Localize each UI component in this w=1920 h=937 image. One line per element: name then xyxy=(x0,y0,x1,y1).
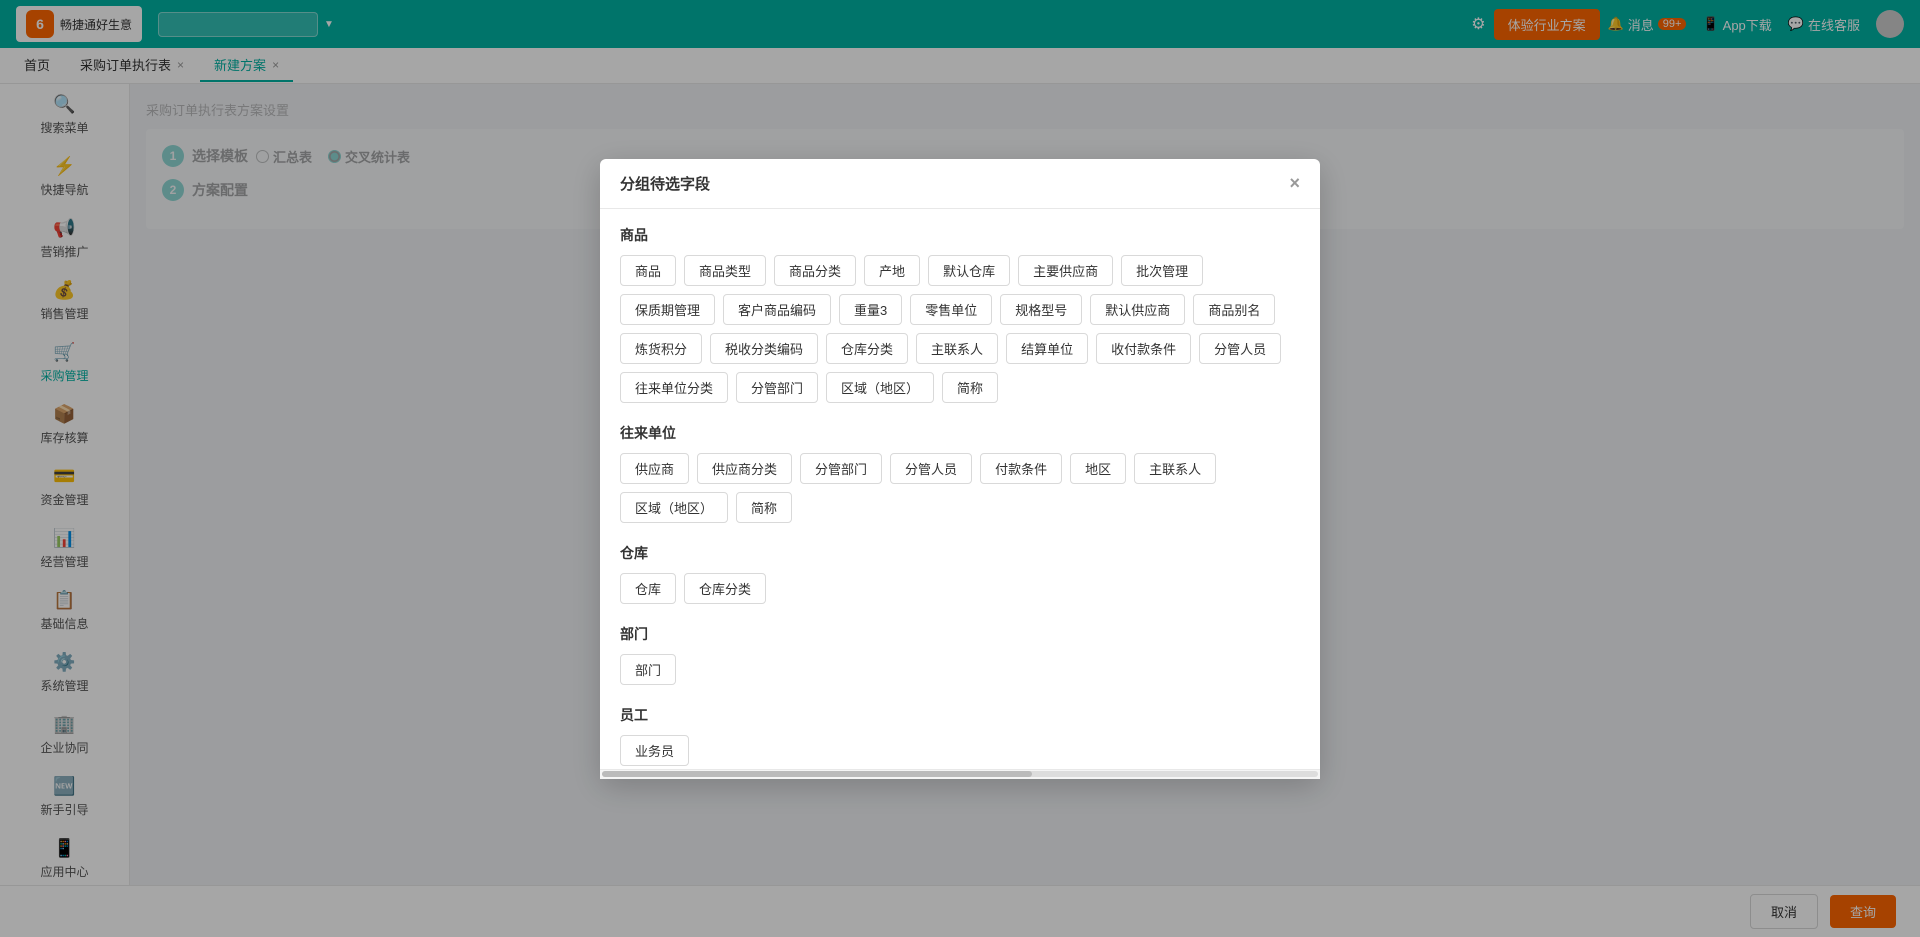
field-tags-employee: 业务员 xyxy=(620,735,1300,766)
field-tag[interactable]: 收付款条件 xyxy=(1096,333,1191,364)
field-tag[interactable]: 商品分类 xyxy=(774,255,856,286)
field-tag[interactable]: 税收分类编码 xyxy=(710,333,818,364)
section-title-employee: 员工 xyxy=(620,705,1300,725)
field-tag[interactable]: 分管人员 xyxy=(1199,333,1281,364)
field-tag[interactable]: 重量3 xyxy=(839,294,902,325)
field-tags-goods: 商品商品类型商品分类产地默认仓库主要供应商批次管理保质期管理客户商品编码重量3 零… xyxy=(620,255,1300,403)
modal-scroll-thumb[interactable] xyxy=(602,771,1032,777)
field-tag[interactable]: 默认仓库 xyxy=(928,255,1010,286)
field-tag[interactable]: 零售单位 xyxy=(910,294,992,325)
section-goods: 商品商品商品类型商品分类产地默认仓库主要供应商批次管理保质期管理客户商品编码重量… xyxy=(620,225,1300,403)
field-tag[interactable]: 结算单位 xyxy=(1006,333,1088,364)
field-tag[interactable]: 区域（地区） xyxy=(826,372,934,403)
section-department: 部门部门 xyxy=(620,624,1300,685)
field-tag[interactable]: 付款条件 xyxy=(980,453,1062,484)
section-title-department: 部门 xyxy=(620,624,1300,644)
field-tag[interactable]: 主联系人 xyxy=(916,333,998,364)
field-tags-warehouse: 仓库仓库分类 xyxy=(620,573,1300,604)
field-tag[interactable]: 简称 xyxy=(736,492,792,523)
field-tag[interactable]: 主要供应商 xyxy=(1018,255,1113,286)
field-tag[interactable]: 仓库分类 xyxy=(684,573,766,604)
modal-header: 分组待选字段 × xyxy=(600,159,1320,209)
field-tag[interactable]: 地区 xyxy=(1070,453,1126,484)
modal-title: 分组待选字段 xyxy=(620,173,710,194)
section-title-partner: 往来单位 xyxy=(620,423,1300,443)
field-tag[interactable]: 业务员 xyxy=(620,735,689,766)
field-tag[interactable]: 仓库 xyxy=(620,573,676,604)
field-tag[interactable]: 供应商分类 xyxy=(697,453,792,484)
section-warehouse: 仓库仓库仓库分类 xyxy=(620,543,1300,604)
section-partner: 往来单位供应商供应商分类分管部门分管人员付款条件地区主联系人区域（地区） 简称 xyxy=(620,423,1300,523)
field-tag[interactable]: 分管人员 xyxy=(890,453,972,484)
field-tag[interactable]: 往来单位分类 xyxy=(620,372,728,403)
field-tag[interactable]: 仓库分类 xyxy=(826,333,908,364)
field-tag[interactable]: 批次管理 xyxy=(1121,255,1203,286)
field-tag[interactable]: 分管部门 xyxy=(800,453,882,484)
field-tag[interactable]: 简称 xyxy=(942,372,998,403)
modal-close-btn[interactable]: × xyxy=(1289,174,1300,192)
section-title-warehouse: 仓库 xyxy=(620,543,1300,563)
field-tag[interactable]: 默认供应商 xyxy=(1090,294,1185,325)
modal-body: 商品商品商品类型商品分类产地默认仓库主要供应商批次管理保质期管理客户商品编码重量… xyxy=(600,209,1320,769)
modal-scroll-bar xyxy=(600,769,1320,779)
modal-overlay: 分组待选字段 × 商品商品商品类型商品分类产地默认仓库主要供应商批次管理保质期管… xyxy=(0,0,1920,937)
field-tag[interactable]: 商品 xyxy=(620,255,676,286)
field-tag[interactable]: 规格型号 xyxy=(1000,294,1082,325)
field-tag[interactable]: 炼货积分 xyxy=(620,333,702,364)
field-tag[interactable]: 客户商品编码 xyxy=(723,294,831,325)
field-tag[interactable]: 产地 xyxy=(864,255,920,286)
field-tag[interactable]: 区域（地区） xyxy=(620,492,728,523)
field-tag[interactable]: 主联系人 xyxy=(1134,453,1216,484)
field-tag[interactable]: 供应商 xyxy=(620,453,689,484)
field-tag[interactable]: 保质期管理 xyxy=(620,294,715,325)
field-tags-department: 部门 xyxy=(620,654,1300,685)
field-tag[interactable]: 商品类型 xyxy=(684,255,766,286)
field-tag[interactable]: 分管部门 xyxy=(736,372,818,403)
modal-scroll-track xyxy=(602,771,1318,777)
field-tag[interactable]: 商品别名 xyxy=(1193,294,1275,325)
section-employee: 员工业务员 xyxy=(620,705,1300,766)
section-title-goods: 商品 xyxy=(620,225,1300,245)
field-tag[interactable]: 部门 xyxy=(620,654,676,685)
modal: 分组待选字段 × 商品商品商品类型商品分类产地默认仓库主要供应商批次管理保质期管… xyxy=(600,159,1320,779)
field-tags-partner: 供应商供应商分类分管部门分管人员付款条件地区主联系人区域（地区） 简称 xyxy=(620,453,1300,523)
